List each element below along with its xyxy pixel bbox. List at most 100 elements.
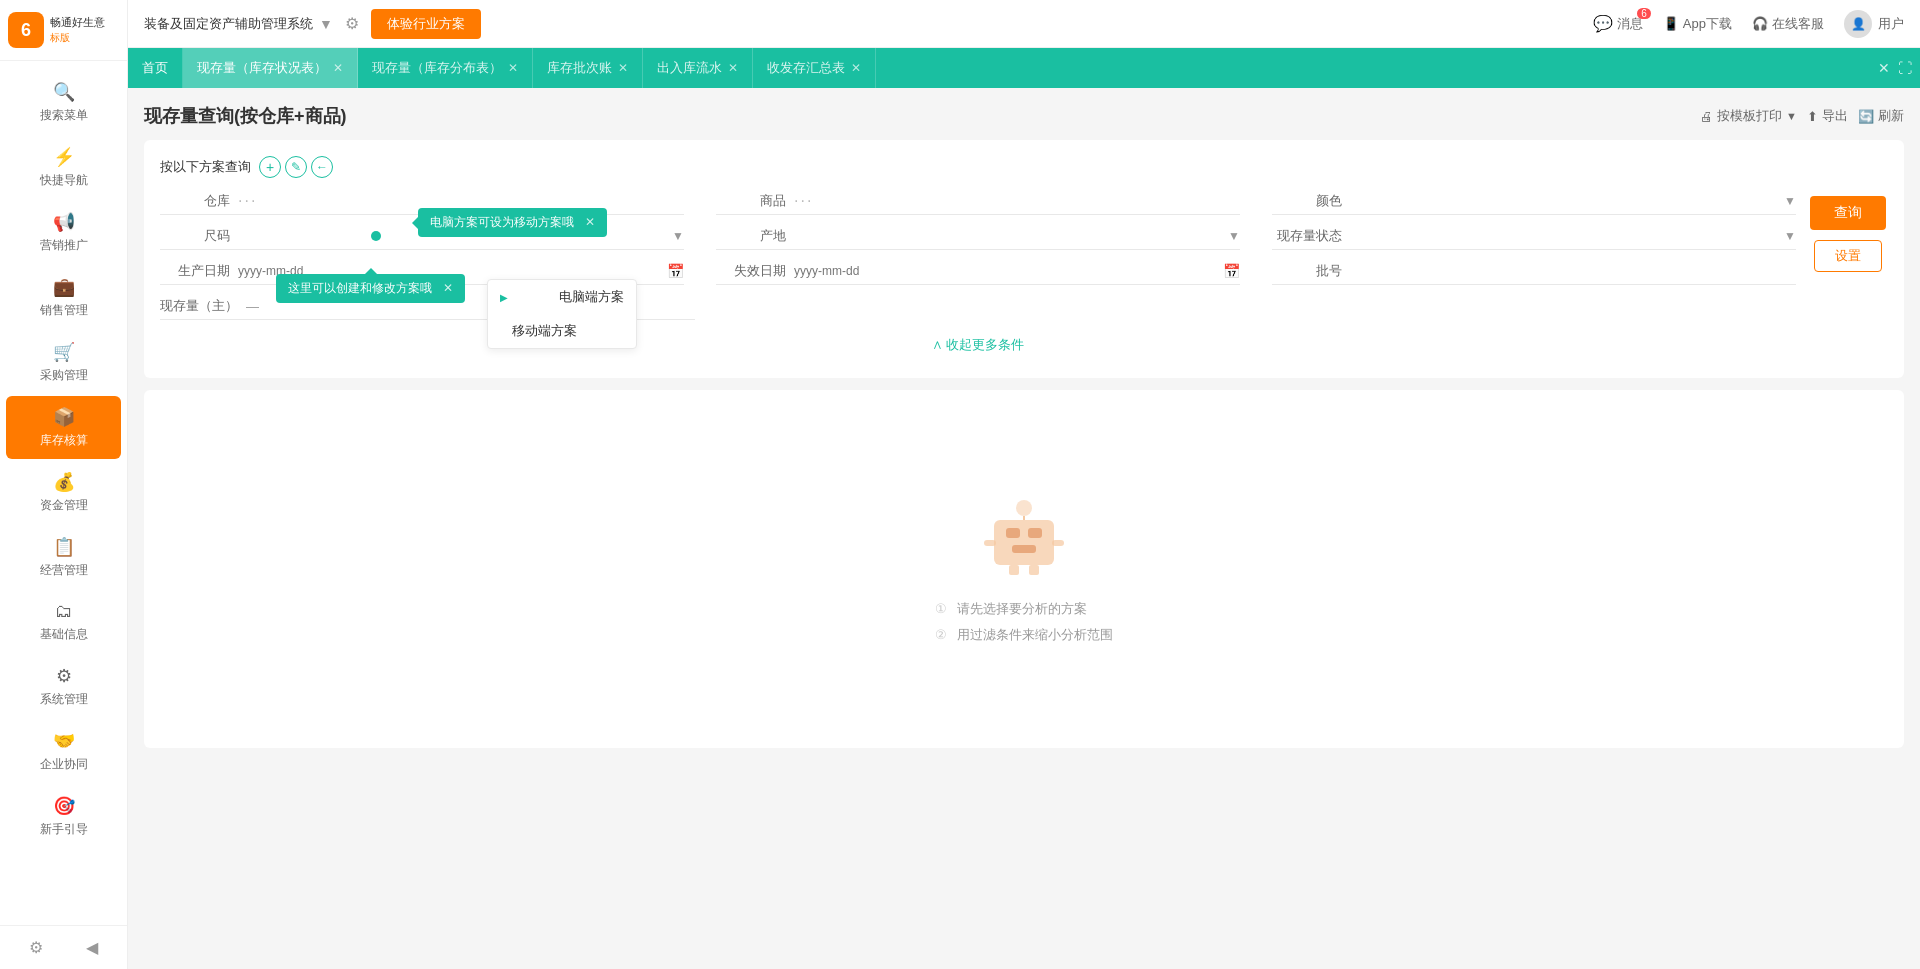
- sidebar-item-collab[interactable]: 🤝 企业协同: [6, 720, 121, 783]
- tab-close-all-icon[interactable]: ✕: [1878, 60, 1890, 76]
- main-area: 装备及固定资产辅助管理系统 ▼ ⚙ 体验行业方案 💬 6 消息 📱 App下载 …: [128, 0, 1920, 969]
- tab-batch-account-label: 库存批次账: [547, 59, 612, 77]
- query-btn[interactable]: 查询: [1810, 196, 1886, 230]
- logo-icon: 6: [8, 12, 44, 48]
- svg-rect-6: [1009, 565, 1019, 575]
- empty-tip-1: ① 请先选择要分析的方案: [935, 596, 1113, 622]
- edit-scheme-btn[interactable]: ✎: [285, 156, 307, 178]
- filter-row-1: 仓库 ··· 商品 ··· 颜色: [160, 192, 1796, 215]
- svg-rect-0: [994, 520, 1054, 565]
- management-icon: 📋: [53, 536, 75, 558]
- reset-btn[interactable]: 设置: [1814, 240, 1882, 272]
- sidebar-label-finance: 资金管理: [40, 497, 88, 514]
- scheme-desktop[interactable]: ▶ 电脑端方案: [488, 280, 636, 314]
- sidebar-label-guide: 新手引导: [40, 821, 88, 838]
- color-value[interactable]: ▼: [1350, 194, 1796, 208]
- warehouse-dots-btn[interactable]: ···: [238, 192, 257, 210]
- origin-label: 产地: [716, 227, 786, 245]
- stock-status-value[interactable]: ▼: [1350, 229, 1796, 243]
- print-btn[interactable]: 🖨 按模板打印 ▼: [1700, 107, 1797, 125]
- logo-area: 6 畅通好生意 标版: [0, 0, 127, 61]
- export-btn[interactable]: ⬆ 导出: [1807, 107, 1848, 125]
- tab-summary[interactable]: 收发存汇总表 ✕: [753, 48, 876, 88]
- tab-inventory-distribution[interactable]: 现存量（库存分布表） ✕: [358, 48, 533, 88]
- empty-tips: ① 请先选择要分析的方案 ② 用过滤条件来缩小分析范围: [935, 596, 1113, 648]
- tooltip-2-close[interactable]: ✕: [443, 281, 453, 295]
- tab-home[interactable]: 首页: [128, 48, 183, 88]
- online-service-label: 在线客服: [1772, 15, 1824, 33]
- refresh-btn[interactable]: 🔄 刷新: [1858, 107, 1904, 125]
- filter-section: 按以下方案查询 + ✎ ← ▶ 电脑端方案 移动端方案: [144, 140, 1904, 378]
- settings-icon[interactable]: ⚙: [29, 938, 43, 957]
- collapse-icon[interactable]: ◀: [86, 938, 98, 957]
- add-scheme-btn[interactable]: +: [259, 156, 281, 178]
- sidebar-footer: ⚙ ◀: [0, 925, 127, 969]
- tab-batch-account[interactable]: 库存批次账 ✕: [533, 48, 643, 88]
- tab-close-inventory-status[interactable]: ✕: [333, 61, 343, 75]
- empty-tip-1-text: 请先选择要分析的方案: [957, 601, 1087, 616]
- tab-close-summary[interactable]: ✕: [851, 61, 861, 75]
- stock-main-label: 现存量（主）: [160, 297, 238, 315]
- goods-dots-btn[interactable]: ···: [794, 192, 813, 210]
- tab-expand-icon[interactable]: ⛶: [1898, 60, 1912, 76]
- expire-date-field: 失效日期 📅: [716, 262, 1240, 285]
- sidebar-label-inventory: 库存核算: [40, 432, 88, 449]
- sidebar-item-system[interactable]: ⚙ 系统管理: [6, 655, 121, 718]
- refresh-label: 刷新: [1878, 107, 1904, 125]
- tabbar: 首页 现存量（库存状况表） ✕ 现存量（库存分布表） ✕ 库存批次账 ✕ 出入库…: [128, 48, 1920, 88]
- collapse-arrow: ∧: [932, 337, 947, 352]
- sidebar: 6 畅通好生意 标版 🔍 搜索菜单 ⚡ 快捷导航 📢 营销推广 💼 销售管理 🛒…: [0, 0, 128, 969]
- sidebar-item-management[interactable]: 📋 经营管理: [6, 526, 121, 589]
- online-service-btn[interactable]: 🎧 在线客服: [1752, 15, 1824, 33]
- inventory-icon: 📦: [53, 406, 75, 428]
- tab-flow[interactable]: 出入库流水 ✕: [643, 48, 753, 88]
- sidebar-label-purchase: 采购管理: [40, 367, 88, 384]
- sidebar-item-sales[interactable]: 💼 销售管理: [6, 266, 121, 329]
- app-download-btn[interactable]: 📱 App下载: [1663, 15, 1732, 33]
- tooltip-1-close[interactable]: ✕: [585, 215, 595, 229]
- export-icon: ⬆: [1807, 109, 1818, 124]
- user-area[interactable]: 👤 用户: [1844, 10, 1904, 38]
- collapse-btn[interactable]: ∧ 收起更多条件: [160, 328, 1796, 362]
- tab-home-label: 首页: [142, 59, 168, 77]
- scheme-mobile[interactable]: 移动端方案: [488, 314, 636, 348]
- sidebar-item-inventory[interactable]: 📦 库存核算: [6, 396, 121, 459]
- industry-btn[interactable]: 体验行业方案: [371, 9, 481, 39]
- expire-date-calendar-icon[interactable]: 📅: [1223, 263, 1240, 279]
- sidebar-item-guide[interactable]: 🎯 新手引导: [6, 785, 121, 848]
- tab-close-flow[interactable]: ✕: [728, 61, 738, 75]
- empty-tip-2: ② 用过滤条件来缩小分析范围: [935, 622, 1113, 648]
- scheme-mobile-label: 移动端方案: [512, 322, 577, 340]
- sidebar-item-finance[interactable]: 💰 资金管理: [6, 461, 121, 524]
- produce-date-label: 生产日期: [160, 262, 230, 280]
- tooltip-create-scheme: 这里可以创建和修改方案哦 ✕: [276, 274, 465, 303]
- purchase-icon: 🛒: [53, 341, 75, 363]
- filter-header-btns: + ✎ ←: [259, 156, 333, 178]
- refresh-icon: 🔄: [1858, 109, 1874, 124]
- size-label: 尺码: [160, 227, 230, 245]
- tab-close-inventory-distribution[interactable]: ✕: [508, 61, 518, 75]
- sidebar-item-search[interactable]: 🔍 搜索菜单: [6, 71, 121, 134]
- system-dropdown-icon[interactable]: ▼: [319, 16, 333, 32]
- sidebar-label-search: 搜索菜单: [40, 107, 88, 124]
- tab-close-batch-account[interactable]: ✕: [618, 61, 628, 75]
- origin-value[interactable]: ▼: [794, 229, 1240, 243]
- settings-gear-btn[interactable]: ⚙: [345, 14, 359, 33]
- notice-btn[interactable]: 💬 6 消息: [1593, 14, 1643, 33]
- headset-icon: 🎧: [1752, 16, 1768, 31]
- sidebar-item-purchase[interactable]: 🛒 采购管理: [6, 331, 121, 394]
- warehouse-label: 仓库: [160, 192, 230, 210]
- print-arrow: ▼: [1786, 110, 1797, 122]
- sidebar-item-quick-nav[interactable]: ⚡ 快捷导航: [6, 136, 121, 199]
- back-scheme-btn[interactable]: ←: [311, 156, 333, 178]
- sidebar-item-marketing[interactable]: 📢 营销推广: [6, 201, 121, 264]
- tab-inventory-status-label: 现存量（库存状况表）: [197, 59, 327, 77]
- produce-date-calendar-icon[interactable]: 📅: [667, 263, 684, 279]
- svg-rect-4: [984, 540, 996, 546]
- sidebar-item-basic-info[interactable]: 🗂 基础信息: [6, 591, 121, 653]
- expire-date-from-input[interactable]: [794, 264, 1219, 278]
- tab-inventory-status[interactable]: 现存量（库存状况表） ✕: [183, 48, 358, 88]
- sidebar-label-sales: 销售管理: [40, 302, 88, 319]
- svg-rect-7: [1029, 565, 1039, 575]
- collab-icon: 🤝: [53, 730, 75, 752]
